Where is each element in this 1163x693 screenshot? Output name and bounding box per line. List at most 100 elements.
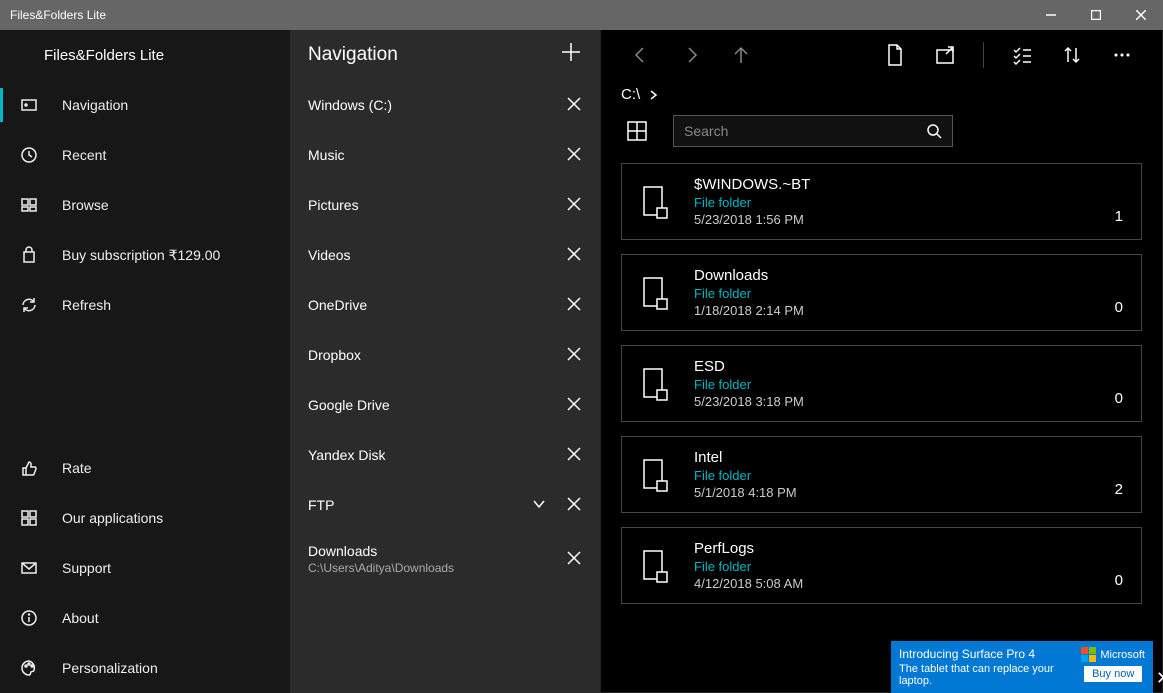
file-item[interactable]: DownloadsFile folder1/18/2018 2:14 PM0 [621, 254, 1142, 331]
minimize-button[interactable] [1028, 0, 1073, 30]
sidebar-item-label: Support [62, 560, 111, 576]
remove-button[interactable] [566, 246, 582, 265]
nav-item[interactable]: Google Drive [290, 380, 600, 430]
nav-item[interactable]: Music [290, 130, 600, 180]
nav-item[interactable]: Downloads C:\Users\Aditya\Downloads [290, 530, 600, 588]
more-button[interactable] [1102, 35, 1142, 75]
sidebar-item-label: About [62, 610, 99, 626]
nav-item[interactable]: Videos [290, 230, 600, 280]
file-date: 5/23/2018 3:18 PM [694, 394, 1091, 409]
sidebar-item-browse[interactable]: Browse [0, 180, 290, 230]
nav-item[interactable]: Pictures [290, 180, 600, 230]
sidebar-item-label: Refresh [62, 297, 111, 313]
microsoft-logo-icon [1081, 647, 1096, 662]
ad-title: Introducing Surface Pro 4 [899, 647, 1081, 661]
folder-icon [640, 456, 670, 494]
nav-item-label: Yandex Disk [308, 447, 566, 463]
file-count: 2 [1115, 481, 1123, 498]
search-icon [926, 123, 942, 139]
file-name: PerfLogs [694, 540, 1091, 557]
sidebar-item-info[interactable]: About [0, 593, 290, 643]
file-count: 0 [1115, 390, 1123, 407]
sidebar-item-thumb[interactable]: Rate [0, 443, 290, 493]
sidebar-item-refresh[interactable]: Refresh [0, 280, 290, 330]
add-location-button[interactable] [560, 41, 582, 69]
close-button[interactable] [1118, 0, 1163, 30]
file-name: $WINDOWS.~BT [694, 176, 1091, 193]
file-type: File folder [694, 377, 1091, 392]
remove-button[interactable] [566, 146, 582, 165]
ad-cta-button[interactable]: Buy now [1084, 666, 1142, 682]
nav-item[interactable]: Windows (C:) [290, 80, 600, 130]
sidebar-item-palette[interactable]: Personalization [0, 643, 290, 693]
sidebar-item-nav[interactable]: Navigation [0, 80, 290, 130]
file-date: 1/18/2018 2:14 PM [694, 303, 1091, 318]
view-mode-button[interactable] [621, 115, 653, 147]
back-button[interactable] [621, 35, 661, 75]
remove-button[interactable] [566, 496, 582, 515]
up-button[interactable] [721, 35, 761, 75]
file-item[interactable]: $WINDOWS.~BT File folder 5/23/2018 1:56 PM… [621, 163, 1142, 240]
nav-item-sublabel: C:\Users\Aditya\Downloads [308, 561, 566, 575]
file-list[interactable]: $WINDOWS.~BT File folder 5/23/2018 1:56 PM… [601, 163, 1162, 692]
file-count: 1 [1115, 208, 1123, 225]
search-input[interactable] [684, 123, 926, 139]
sidebar-item-clock[interactable]: Recent [0, 130, 290, 180]
sidebar-item-bag[interactable]: Buy subscription ₹129.00 [0, 230, 290, 280]
remove-button[interactable] [566, 296, 582, 315]
file-item[interactable]: ESD File folder 5/23/2018 3:18 PM 0 [621, 345, 1142, 422]
nav-item[interactable]: Dropbox [290, 330, 600, 380]
nav-item[interactable]: Yandex Disk [290, 430, 600, 480]
file-type: File folder [694, 195, 1091, 210]
sidebar-item-label: Buy subscription ₹129.00 [62, 247, 220, 264]
bag-icon [20, 246, 38, 264]
open-with-button[interactable] [925, 35, 965, 75]
file-count: 0 [1115, 299, 1123, 316]
sidebar-item-label: Rate [62, 460, 92, 476]
maximize-button[interactable] [1073, 0, 1118, 30]
file-type: File folder [694, 286, 1091, 301]
sidebar-item-label: Navigation [62, 97, 128, 113]
sidebar-item-apps[interactable]: Our applications [0, 493, 290, 543]
folder-icon [640, 183, 670, 221]
new-file-button[interactable] [875, 35, 915, 75]
mail-icon [20, 559, 38, 577]
chevron-down-icon[interactable] [530, 495, 548, 516]
sidebar-item-mail[interactable]: Support [0, 543, 290, 593]
select-button[interactable] [1002, 35, 1042, 75]
search-box[interactable] [673, 115, 953, 147]
remove-button[interactable] [566, 446, 582, 465]
thumb-icon [20, 459, 38, 477]
remove-button[interactable] [566, 550, 582, 569]
file-item[interactable]: IntelFile folder5/1/2018 4:18 PM2 [621, 436, 1142, 513]
nav-item-label: Google Drive [308, 397, 566, 413]
nav-item[interactable]: FTP [290, 480, 600, 530]
ad-close-button[interactable]: ✕ [1156, 668, 1163, 689]
file-date: 4/12/2018 5:08 AM [694, 576, 1091, 591]
nav-item-label: Downloads [308, 543, 566, 559]
breadcrumb[interactable]: C:\ [601, 80, 1162, 115]
file-date: 5/23/2018 1:56 PM [694, 212, 1091, 227]
sidebar-header[interactable]: Files&Folders Lite [0, 30, 290, 80]
file-item[interactable]: PerfLogsFile folder4/12/2018 5:08 AM0 [621, 527, 1142, 604]
remove-button[interactable] [566, 346, 582, 365]
advertisement[interactable]: Introducing Surface Pro 4 The tablet tha… [891, 641, 1153, 693]
remove-button[interactable] [566, 396, 582, 415]
folder-icon [640, 547, 670, 585]
sort-button[interactable] [1052, 35, 1092, 75]
file-name: Intel [694, 449, 1091, 466]
nav-item-label: Pictures [308, 197, 566, 213]
app-name: Files&Folders Lite [44, 47, 164, 64]
sidebar: Files&Folders Lite Navigation RecentBrows… [0, 30, 290, 693]
titlebar: Files&Folders Lite [0, 0, 1163, 30]
remove-button[interactable] [566, 96, 582, 115]
nav-item-label: Dropbox [308, 347, 566, 363]
refresh-icon [20, 296, 38, 314]
file-type: File folder [694, 468, 1091, 483]
nav-item-label: Videos [308, 247, 566, 263]
browse-icon [20, 196, 38, 214]
nav-item[interactable]: OneDrive [290, 280, 600, 330]
forward-button[interactable] [671, 35, 711, 75]
remove-button[interactable] [566, 196, 582, 215]
file-name: ESD [694, 358, 1091, 375]
